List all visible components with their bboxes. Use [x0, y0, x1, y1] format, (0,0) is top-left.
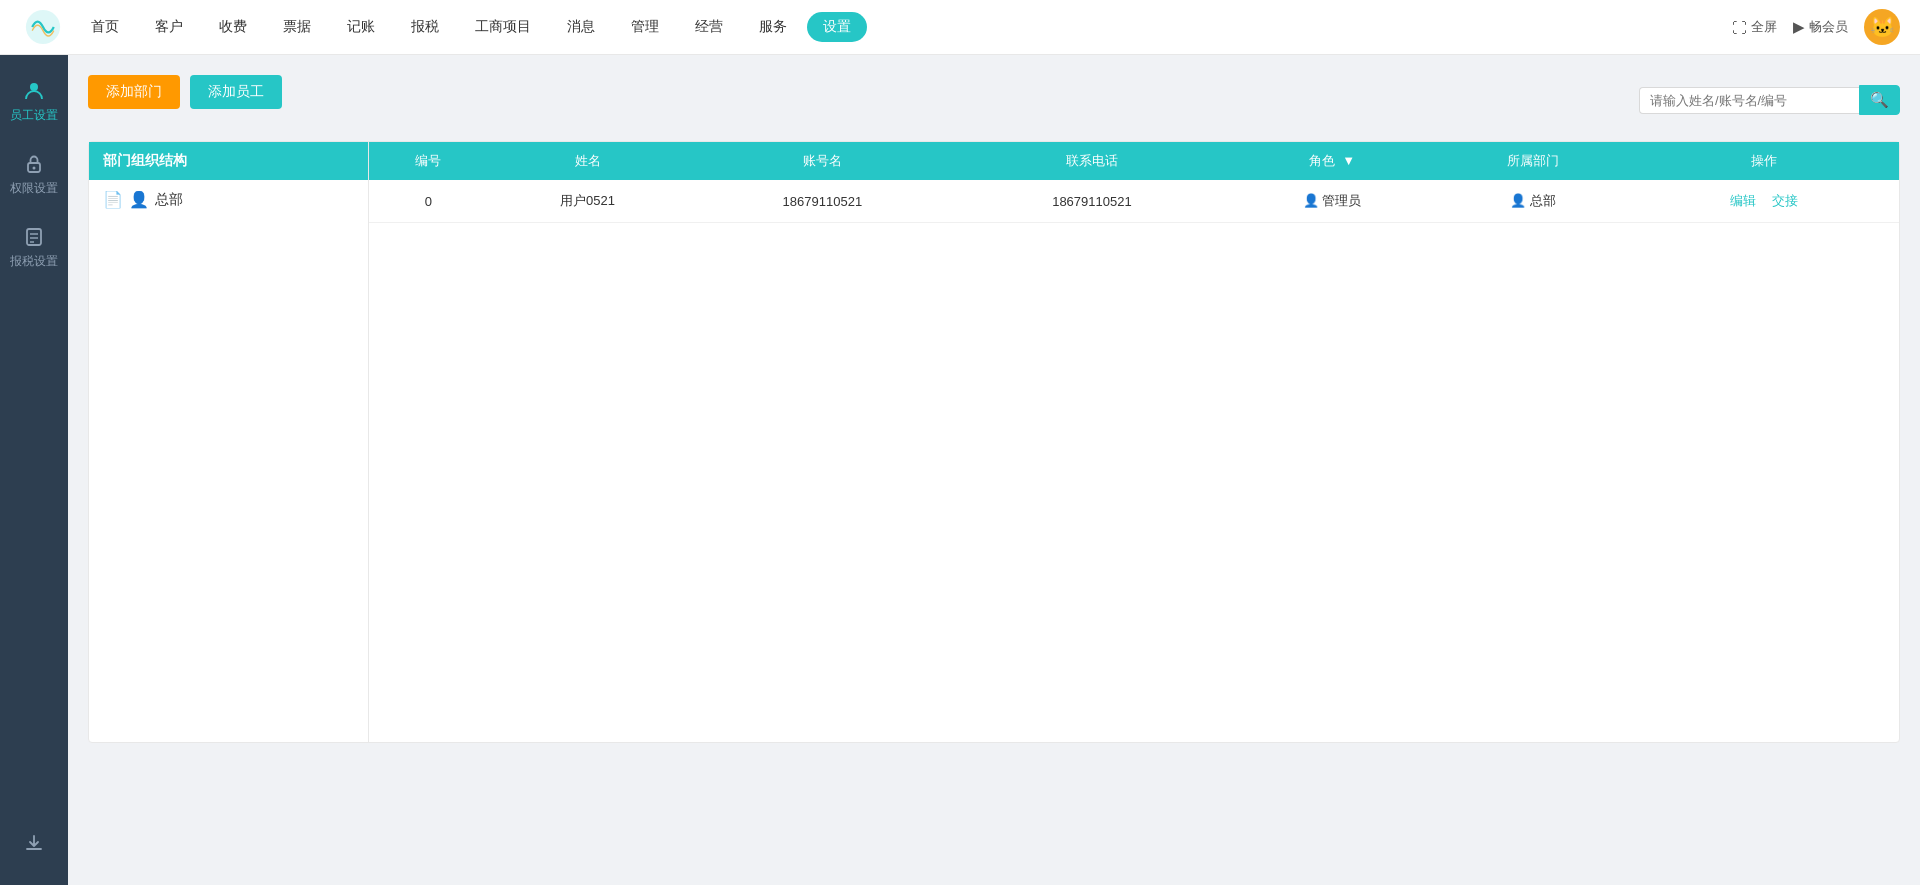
content-area: 部门组织结构 📄 👤 总部 编号 姓名 账号名 联系电话 角色: [88, 141, 1900, 743]
sidebar-emp-label: 员工设置: [10, 107, 58, 124]
action-search-row: 添加部门 添加员工 🔍: [88, 75, 1900, 125]
col-phone: 联系电话: [957, 142, 1227, 180]
nav-fee[interactable]: 收费: [203, 12, 263, 42]
sidebar-item-permission[interactable]: 权限设置: [0, 138, 68, 211]
add-dept-button[interactable]: 添加部门: [88, 75, 180, 109]
nav-home[interactable]: 首页: [75, 12, 135, 42]
tree-person-icon: 👤: [129, 190, 149, 209]
nav-items: 首页 客户 收费 票据 记账 报税 工商项目 消息 管理 经营 服务 设置: [75, 12, 1732, 42]
logo: [10, 9, 75, 45]
cell-role: 👤 管理员: [1227, 180, 1438, 223]
search-area: 🔍: [1639, 85, 1900, 115]
tree-panel: 部门组织结构 📄 👤 总部: [89, 142, 369, 742]
fullscreen-label: 全屏: [1751, 18, 1777, 36]
main-content: 添加部门 添加员工 🔍 部门组织结构 📄 👤 总部 编号 姓名: [68, 55, 1920, 885]
sidebar-perm-label: 权限设置: [10, 180, 58, 197]
employee-table: 编号 姓名 账号名 联系电话 角色 ▼ 所属部门 操作 0: [369, 142, 1899, 223]
right-tools: ⛶ 全屏 ▶ 畅会员 🐱: [1732, 9, 1900, 45]
file-icon: 📄: [103, 190, 123, 209]
sidebar-item-taxsettings[interactable]: 报税设置: [0, 211, 68, 284]
nav-manage[interactable]: 管理: [615, 12, 675, 42]
tree-header: 部门组织结构: [89, 142, 368, 180]
role-filter-icon[interactable]: ▼: [1342, 153, 1355, 168]
nav-tax[interactable]: 报税: [395, 12, 455, 42]
cell-name: 用户0521: [488, 180, 688, 223]
lock-icon: [22, 152, 46, 176]
nav-service[interactable]: 服务: [743, 12, 803, 42]
table-panel: 编号 姓名 账号名 联系电话 角色 ▼ 所属部门 操作 0: [369, 142, 1899, 742]
col-account: 账号名: [688, 142, 958, 180]
cell-id: 0: [369, 180, 488, 223]
top-nav: 首页 客户 收费 票据 记账 报税 工商项目 消息 管理 经营 服务 设置 ⛶ …: [0, 0, 1920, 55]
role-value: 管理员: [1322, 193, 1361, 208]
sidebar-bottom: [18, 817, 50, 869]
nav-ops[interactable]: 经营: [679, 12, 739, 42]
vip-icon: ▶: [1793, 18, 1805, 36]
search-input[interactable]: [1639, 87, 1859, 114]
nav-invoice[interactable]: 票据: [267, 12, 327, 42]
sidebar-tax-label: 报税设置: [10, 253, 58, 270]
dept-value: 总部: [1530, 193, 1556, 208]
action-bar: 添加部门 添加员工: [88, 75, 282, 109]
tree-item-root-label: 总部: [155, 191, 183, 209]
cell-phone: 18679110521: [957, 180, 1227, 223]
vip-button[interactable]: ▶ 畅会员: [1793, 18, 1848, 36]
nav-accounting[interactable]: 记账: [331, 12, 391, 42]
col-ops: 操作: [1629, 142, 1899, 180]
nav-business[interactable]: 工商项目: [459, 12, 547, 42]
sidebar: 员工设置 权限设置 报税设置: [0, 55, 68, 885]
nav-settings[interactable]: 设置: [807, 12, 867, 42]
vip-label: 畅会员: [1809, 18, 1848, 36]
col-dept: 所属部门: [1437, 142, 1629, 180]
svg-point-3: [33, 167, 36, 170]
role-person-icon: 👤: [1303, 193, 1319, 208]
table-header-row: 编号 姓名 账号名 联系电话 角色 ▼ 所属部门 操作: [369, 142, 1899, 180]
cell-ops: 编辑 交接: [1629, 180, 1899, 223]
avatar[interactable]: 🐱: [1864, 9, 1900, 45]
dept-person-icon: 👤: [1510, 193, 1526, 208]
fullscreen-button[interactable]: ⛶ 全屏: [1732, 18, 1777, 36]
nav-msg[interactable]: 消息: [551, 12, 611, 42]
tax-icon: [22, 225, 46, 249]
add-emp-button[interactable]: 添加员工: [190, 75, 282, 109]
col-role: 角色 ▼: [1227, 142, 1438, 180]
sidebar-download[interactable]: [18, 817, 50, 869]
cell-account: 18679110521: [688, 180, 958, 223]
download-icon: [22, 831, 46, 855]
col-id: 编号: [369, 142, 488, 180]
table-row: 0 用户0521 18679110521 18679110521 👤 管理员 👤…: [369, 180, 1899, 223]
person-icon: [22, 79, 46, 103]
search-button[interactable]: 🔍: [1859, 85, 1900, 115]
edit-button[interactable]: 编辑: [1724, 190, 1762, 212]
nav-customer[interactable]: 客户: [139, 12, 199, 42]
col-name: 姓名: [488, 142, 688, 180]
svg-point-1: [30, 83, 38, 91]
sidebar-item-employee[interactable]: 员工设置: [0, 65, 68, 138]
transfer-button[interactable]: 交接: [1766, 190, 1804, 212]
tree-item-root[interactable]: 📄 👤 总部: [89, 180, 368, 219]
fullscreen-icon: ⛶: [1732, 19, 1747, 36]
cell-dept: 👤 总部: [1437, 180, 1629, 223]
